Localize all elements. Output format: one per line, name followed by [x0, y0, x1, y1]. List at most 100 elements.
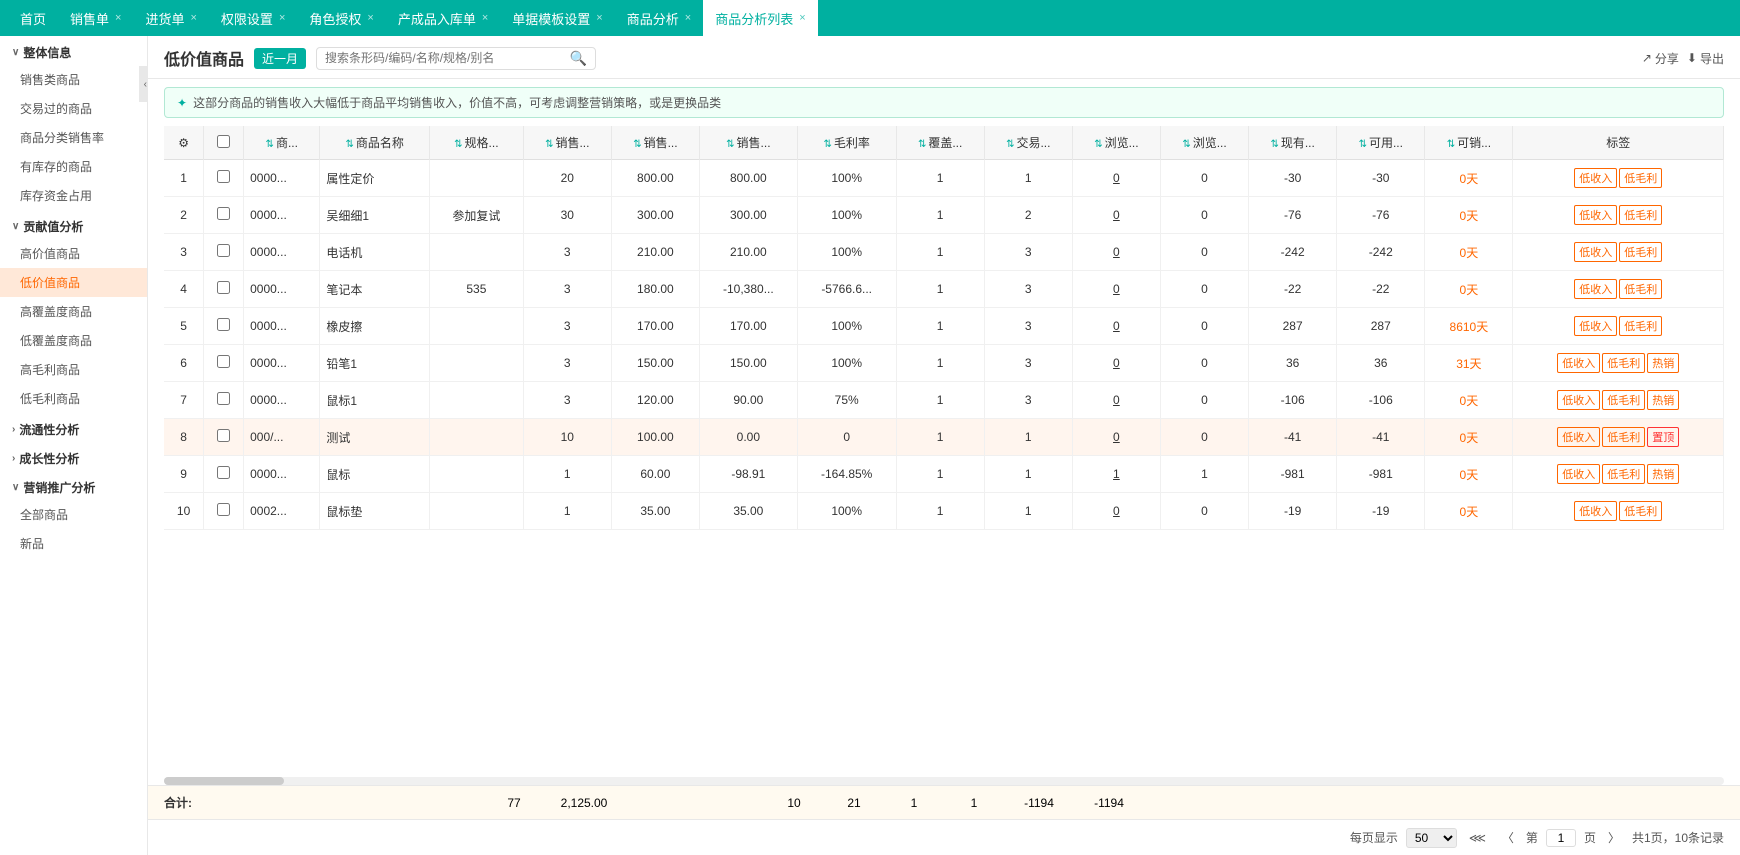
close-icon[interactable]: × [482, 12, 488, 24]
share-button[interactable]: ↗ 分享 [1642, 50, 1679, 67]
nav-products[interactable]: 产成品入库单 × [386, 0, 500, 36]
sidebar-item-low-coverage[interactable]: 低覆盖度商品 [0, 326, 147, 355]
row-checkbox [204, 160, 244, 197]
scroll-thumb[interactable] [164, 777, 284, 785]
browse-link[interactable]: 0 [1113, 282, 1120, 296]
close-icon[interactable]: × [367, 12, 373, 24]
prev-page-btn[interactable]: 〈 [1498, 827, 1518, 848]
row-select-checkbox[interactable] [217, 207, 230, 220]
sidebar-item-low-margin[interactable]: 低毛利商品 [0, 384, 147, 413]
sidebar-item-all-products[interactable]: 全部商品 [0, 500, 147, 529]
browse-link[interactable]: 0 [1113, 430, 1120, 444]
export-button[interactable]: ⬇ 导出 [1687, 50, 1724, 67]
select-all-checkbox[interactable] [217, 135, 230, 148]
row-margin: 100% [797, 493, 896, 530]
browse-link[interactable]: 1 [1113, 467, 1120, 481]
nav-templates[interactable]: 单据模板设置 × [500, 0, 614, 36]
row-spec: 535 [430, 271, 524, 308]
row-current-stock: 287 [1249, 308, 1337, 345]
sidebar-item-sales-products[interactable]: 销售类商品 [0, 65, 147, 94]
browse-link[interactable]: 0 [1113, 504, 1120, 518]
row-sales-qty: 1 [523, 493, 611, 530]
sidebar-item-low-value[interactable]: 低价值商品 [0, 268, 147, 297]
search-input[interactable] [325, 51, 570, 65]
sidebar-collapse-btn[interactable]: ‹‹ [139, 66, 148, 102]
sidebar-item-traded[interactable]: 交易过的商品 [0, 94, 147, 123]
horizontal-scrollbar[interactable] [164, 777, 1724, 785]
sidebar-group-marketing: ∨ 营销推广分析 [0, 471, 147, 500]
row-browse1: 0 [1072, 493, 1160, 530]
row-select-checkbox[interactable] [217, 429, 230, 442]
row-browse1: 0 [1072, 160, 1160, 197]
row-sales-qty: 3 [523, 308, 611, 345]
row-spec [430, 419, 524, 456]
row-sales-price: 800.00 [611, 160, 699, 197]
browse-link[interactable]: 0 [1113, 393, 1120, 407]
close-icon[interactable]: × [799, 12, 805, 24]
product-tag: 低收入 [1574, 501, 1617, 521]
close-icon[interactable]: × [279, 12, 285, 24]
nav-purchase[interactable]: 进货单 × [133, 0, 208, 36]
sidebar-item-new-products[interactable]: 新品 [0, 529, 147, 558]
nav-sales[interactable]: 销售单 × [58, 0, 133, 36]
search-icon[interactable]: 🔍 [570, 50, 587, 67]
info-icon: ✦ [177, 96, 187, 110]
browse-link[interactable]: 0 [1113, 208, 1120, 222]
per-page-select[interactable]: 50 100 200 [1406, 828, 1457, 848]
product-tag: 低毛利 [1602, 353, 1645, 373]
row-select-checkbox[interactable] [217, 503, 230, 516]
nav-home[interactable]: 首页 [8, 0, 58, 36]
row-margin: 100% [797, 197, 896, 234]
close-icon[interactable]: × [685, 12, 691, 24]
browse-link[interactable]: 0 [1113, 245, 1120, 259]
time-badge[interactable]: 近一月 [254, 48, 306, 69]
next-page-btn[interactable]: 〉 [1604, 827, 1624, 848]
row-spec [430, 160, 524, 197]
nav-analysis[interactable]: 商品分析 × [615, 0, 703, 36]
row-select-checkbox[interactable] [217, 318, 230, 331]
row-saleable: 0天 [1425, 493, 1513, 530]
page-input[interactable] [1546, 829, 1576, 847]
close-icon[interactable]: × [115, 12, 121, 24]
row-select-checkbox[interactable] [217, 392, 230, 405]
browse-link[interactable]: 0 [1113, 356, 1120, 370]
browse-link[interactable]: 0 [1113, 319, 1120, 333]
row-checkbox [204, 345, 244, 382]
row-available: 36 [1337, 345, 1425, 382]
row-saleable: 8610天 [1425, 308, 1513, 345]
row-browse2: 0 [1160, 160, 1248, 197]
row-code: 000/... [244, 419, 320, 456]
sidebar-item-high-margin[interactable]: 高毛利商品 [0, 355, 147, 384]
row-saleable: 0天 [1425, 382, 1513, 419]
sidebar-item-capital[interactable]: 库存资金占用 [0, 181, 147, 210]
sidebar-group-growth[interactable]: › 成长性分析 [0, 442, 147, 471]
sidebar-item-stocked[interactable]: 有库存的商品 [0, 152, 147, 181]
nav-roles[interactable]: 角色授权 × [297, 0, 385, 36]
row-saleable: 0天 [1425, 160, 1513, 197]
sidebar-item-category-rate[interactable]: 商品分类销售率 [0, 123, 147, 152]
row-select-checkbox[interactable] [217, 244, 230, 257]
col-settings[interactable]: ⚙ [164, 126, 204, 160]
close-icon[interactable]: × [596, 12, 602, 24]
row-settings: 10 [164, 493, 204, 530]
row-select-checkbox[interactable] [217, 355, 230, 368]
row-browse2: 0 [1160, 271, 1248, 308]
row-transaction: 1 [984, 160, 1072, 197]
sidebar-item-high-value[interactable]: 高价值商品 [0, 239, 147, 268]
sidebar-item-high-coverage[interactable]: 高覆盖度商品 [0, 297, 147, 326]
row-name: 吴细细1 [320, 197, 430, 234]
row-coverage: 1 [896, 197, 984, 234]
browse-link[interactable]: 0 [1113, 171, 1120, 185]
col-name: ⇅商品名称 [320, 126, 430, 160]
close-icon[interactable]: × [190, 12, 196, 24]
row-available: 287 [1337, 308, 1425, 345]
nav-analysis-list[interactable]: 商品分析列表 × [703, 0, 817, 36]
row-select-checkbox[interactable] [217, 281, 230, 294]
first-page-btn[interactable]: ⋘ [1465, 829, 1490, 847]
nav-permissions[interactable]: 权限设置 × [209, 0, 297, 36]
row-select-checkbox[interactable] [217, 466, 230, 479]
product-tag: 低毛利 [1619, 168, 1662, 188]
row-select-checkbox[interactable] [217, 170, 230, 183]
sidebar-group-flow[interactable]: › 流通性分析 [0, 413, 147, 442]
row-settings: 4 [164, 271, 204, 308]
